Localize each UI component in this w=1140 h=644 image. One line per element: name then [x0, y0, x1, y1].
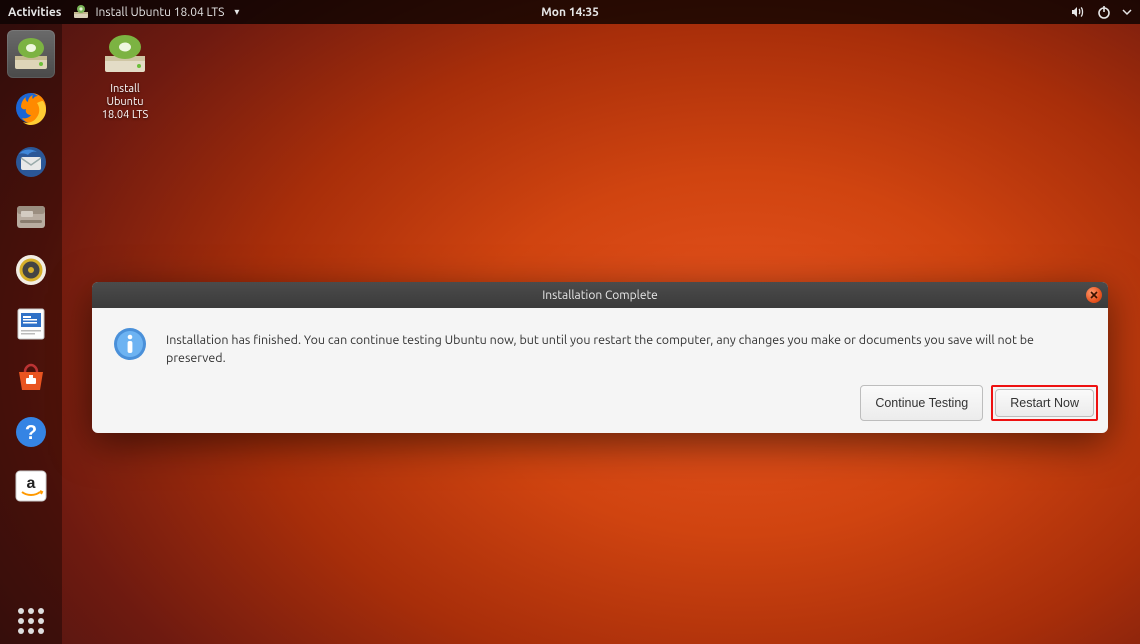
svg-text:?: ? — [25, 422, 37, 444]
top-bar: Activities Install Ubuntu 18.04 LTS Mon … — [0, 0, 1140, 24]
activities-button[interactable]: Activities — [8, 6, 61, 19]
dock-item-rhythmbox[interactable] — [7, 246, 55, 294]
dock-item-firefox[interactable] — [7, 84, 55, 132]
dock-item-thunderbird[interactable] — [7, 138, 55, 186]
installer-icon-small — [73, 4, 89, 20]
installation-complete-dialog: Installation Complete Installation has f… — [92, 282, 1108, 433]
info-icon — [112, 326, 148, 362]
active-app-menu[interactable]: Install Ubuntu 18.04 LTS — [73, 4, 239, 20]
volume-icon[interactable] — [1070, 4, 1086, 20]
dock-item-files[interactable] — [7, 192, 55, 240]
chevron-down-icon[interactable] — [1122, 7, 1132, 17]
dock-item-ubuntu-software[interactable] — [7, 354, 55, 402]
svg-text:a: a — [27, 475, 36, 492]
active-app-title: Install Ubuntu 18.04 LTS — [95, 6, 224, 19]
close-icon[interactable] — [1086, 287, 1102, 303]
dock: ? a — [0, 24, 62, 644]
power-icon[interactable] — [1096, 4, 1112, 20]
dialog-actions: Continue Testing Restart Now — [92, 377, 1108, 433]
desktop-install-label: Install Ubuntu 18.04 LTS — [85, 83, 165, 123]
restart-now-button[interactable]: Restart Now — [995, 389, 1094, 417]
restart-highlight: Restart Now — [991, 385, 1098, 421]
dock-item-installer[interactable] — [7, 30, 55, 78]
apps-grid-icon — [18, 608, 44, 634]
dock-item-amazon[interactable]: a — [7, 462, 55, 510]
dock-item-libreoffice-writer[interactable] — [7, 300, 55, 348]
dialog-title-bar: Installation Complete — [92, 282, 1108, 308]
dock-item-help[interactable]: ? — [7, 408, 55, 456]
dialog-message: Installation has finished. You can conti… — [166, 326, 1088, 367]
continue-testing-button[interactable]: Continue Testing — [860, 385, 983, 421]
show-applications-button[interactable] — [0, 608, 62, 634]
clock[interactable]: Mon 14:35 — [541, 6, 599, 19]
desktop-install-icon[interactable]: Install Ubuntu 18.04 LTS — [85, 32, 165, 123]
dialog-title-text: Installation Complete — [542, 289, 658, 302]
